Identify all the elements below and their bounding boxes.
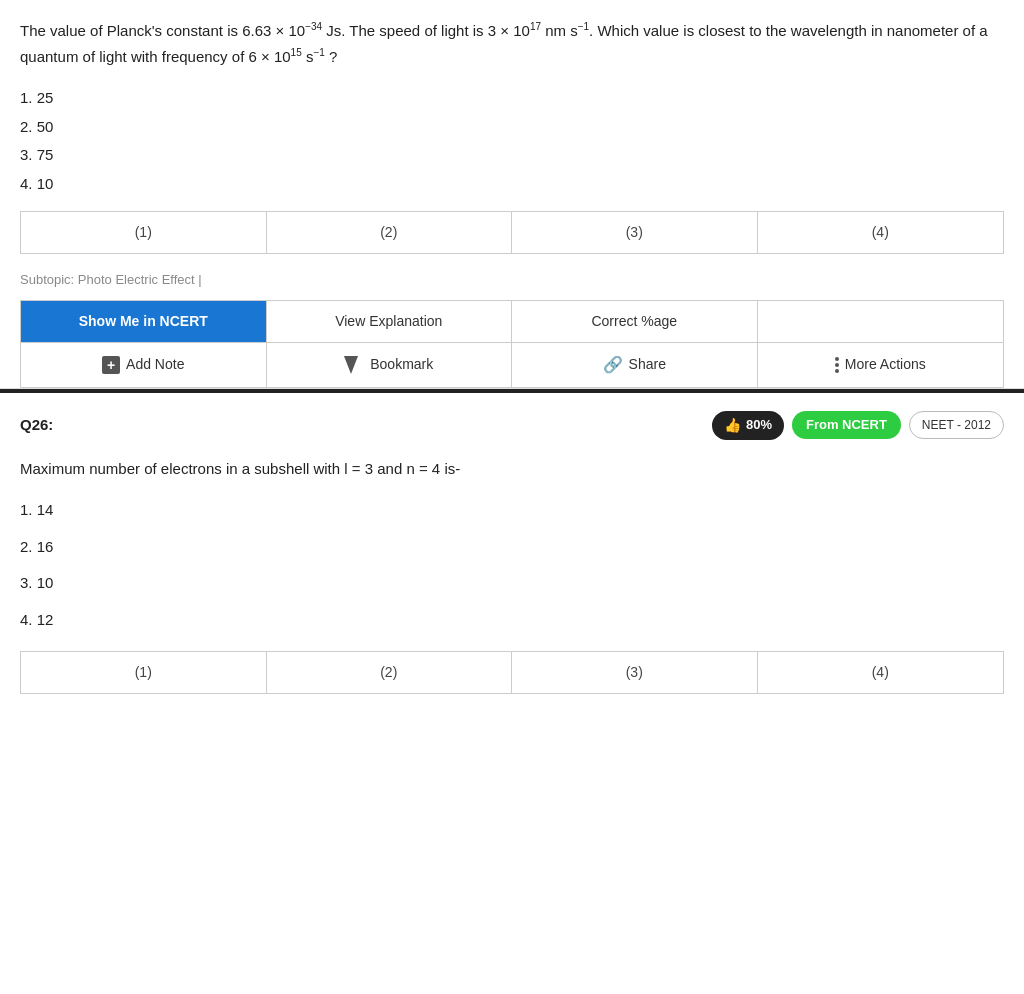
q26-option-1[interactable]: 1. 14 bbox=[20, 499, 1004, 522]
q25-option-3[interactable]: 3. 75 bbox=[20, 144, 1004, 167]
page: The value of Planck's constant is 6.63 ×… bbox=[0, 0, 1024, 694]
q25-question-text: The value of Planck's constant is 6.63 ×… bbox=[20, 18, 1004, 69]
q26-badges: 👍 80% From NCERT NEET - 2012 bbox=[712, 411, 1004, 440]
q25-answer-3[interactable]: (3) bbox=[512, 212, 758, 253]
q25-answer-2[interactable]: (2) bbox=[267, 212, 513, 253]
q26-card: Q26: 👍 80% From NCERT NEET - 2012 Maximu… bbox=[0, 393, 1024, 695]
correct-percentage-button[interactable]: Correct %age bbox=[512, 301, 758, 342]
q25-answer-grid: (1) (2) (3) (4) bbox=[20, 211, 1004, 254]
q26-question-text: Maximum number of electrons in a subshel… bbox=[20, 456, 1004, 482]
q26-header: Q26: 👍 80% From NCERT NEET - 2012 bbox=[20, 411, 1004, 440]
q25-answer-1[interactable]: (1) bbox=[21, 212, 267, 253]
bookmark-label: Bookmark bbox=[370, 354, 433, 375]
bookmark-icon bbox=[344, 356, 358, 374]
q25-option-2[interactable]: 2. 50 bbox=[20, 116, 1004, 139]
q26-answer-2[interactable]: (2) bbox=[267, 652, 513, 693]
bookmark-button[interactable]: Bookmark bbox=[267, 343, 513, 387]
q26-option-4[interactable]: 4. 12 bbox=[20, 609, 1004, 632]
more-actions-icon bbox=[835, 357, 839, 373]
q25-answer-4[interactable]: (4) bbox=[758, 212, 1004, 253]
share-label: Share bbox=[629, 354, 666, 375]
q25-options-list: 1. 25 2. 50 3. 75 4. 10 bbox=[20, 87, 1004, 195]
q25-action-bar: Show Me in NCERT View Explanation Correc… bbox=[20, 300, 1004, 342]
q26-percent-badge: 👍 80% bbox=[712, 411, 784, 440]
q26-ncert-badge: From NCERT bbox=[792, 411, 901, 439]
q25-bottom-action-bar: Add Note Bookmark 🔗 Share More Actions bbox=[20, 342, 1004, 388]
q26-option-3[interactable]: 3. 10 bbox=[20, 572, 1004, 595]
q26-label: Q26: bbox=[20, 414, 53, 437]
add-note-icon bbox=[102, 356, 120, 374]
q26-answer-4[interactable]: (4) bbox=[758, 652, 1004, 693]
view-explanation-button[interactable]: View Explanation bbox=[267, 301, 513, 342]
show-ncert-button[interactable]: Show Me in NCERT bbox=[21, 301, 267, 342]
subtopic-value: Photo Electric Effect | bbox=[78, 272, 202, 287]
q26-neet-badge: NEET - 2012 bbox=[909, 411, 1004, 439]
subtopic-label: Subtopic: bbox=[20, 272, 78, 287]
q25-option-4[interactable]: 4. 10 bbox=[20, 173, 1004, 196]
q26-answer-3[interactable]: (3) bbox=[512, 652, 758, 693]
share-button[interactable]: 🔗 Share bbox=[512, 343, 758, 387]
q26-option-2[interactable]: 2. 16 bbox=[20, 536, 1004, 559]
q26-options-list: 1. 14 2. 16 3. 10 4. 12 bbox=[20, 499, 1004, 631]
more-actions-button[interactable]: More Actions bbox=[758, 343, 1004, 387]
thumbs-up-icon: 👍 bbox=[724, 415, 741, 436]
q26-answer-1[interactable]: (1) bbox=[21, 652, 267, 693]
add-note-label: Add Note bbox=[126, 354, 184, 375]
q25-card: The value of Planck's constant is 6.63 ×… bbox=[0, 0, 1024, 389]
q26-pct-value: 80% bbox=[746, 415, 772, 435]
q26-answer-grid: (1) (2) (3) (4) bbox=[20, 651, 1004, 694]
share-icon: 🔗 bbox=[603, 353, 623, 377]
empty-action-cell bbox=[758, 301, 1004, 342]
q25-subtopic: Subtopic: Photo Electric Effect | bbox=[20, 264, 1004, 300]
add-note-button[interactable]: Add Note bbox=[21, 343, 267, 387]
q25-option-1[interactable]: 1. 25 bbox=[20, 87, 1004, 110]
more-actions-label: More Actions bbox=[845, 354, 926, 375]
